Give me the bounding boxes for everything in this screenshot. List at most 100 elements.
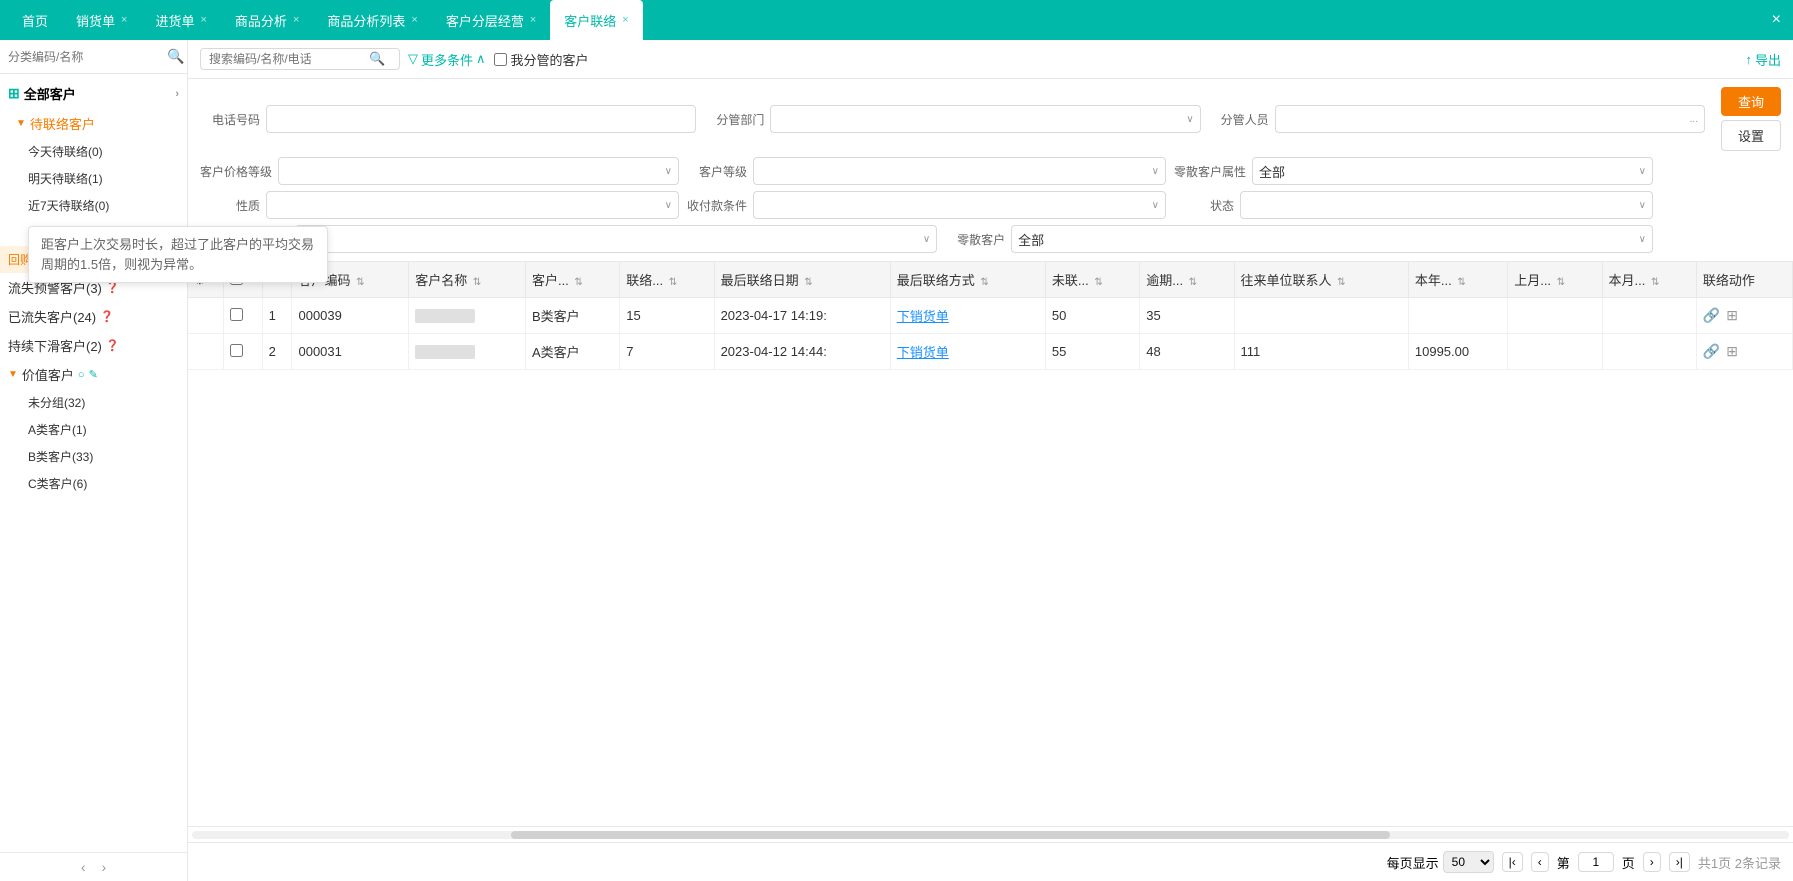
th-contact-count[interactable]: 联络... ⇅ xyxy=(620,262,714,298)
next-page-button[interactable]: › xyxy=(1643,852,1661,872)
scroll-thumb[interactable] xyxy=(511,831,1389,839)
row-checkbox-1[interactable] xyxy=(230,308,243,321)
sidebar-item-class-b[interactable]: B类客户(33) xyxy=(0,443,187,470)
action-buttons: 查询 设置 xyxy=(1721,87,1781,151)
sort-icon11: ⇅ xyxy=(1557,277,1565,288)
nav-sales[interactable]: 销货单 × xyxy=(62,0,141,40)
gender-select[interactable]: ∨ xyxy=(266,191,679,219)
page-input[interactable] xyxy=(1578,852,1614,872)
sidebar-group-value-label: 价值客户 xyxy=(22,365,74,384)
td-this-month-1 xyxy=(1602,298,1696,334)
sidebar-item-7days-pending[interactable]: 近7天待联络(0) xyxy=(0,192,187,219)
sidebar-item-lost[interactable]: 已流失客户(24) ❓ xyxy=(0,302,187,331)
person-label: 分管人员 xyxy=(1209,111,1269,128)
close-icon[interactable]: × xyxy=(121,14,127,26)
prev-page-button[interactable]: ‹ xyxy=(1531,852,1549,872)
chevron-down-icon4: ∨ xyxy=(1639,166,1646,177)
close-icon[interactable]: × xyxy=(293,14,299,26)
scroll-track[interactable] xyxy=(192,831,1789,839)
th-last-contact-method[interactable]: 最后联络方式 ⇅ xyxy=(890,262,1045,298)
th-last-contact-date[interactable]: 最后联络日期 ⇅ xyxy=(714,262,890,298)
query-button[interactable]: 查询 xyxy=(1721,87,1781,116)
close-icon[interactable]: × xyxy=(200,14,206,26)
filter-row-1: 电话号码 分管部门 ∨ 分管人员 ... xyxy=(200,87,1781,151)
pricelevel-select[interactable]: ∨ xyxy=(278,157,679,185)
td-last-contact-date-1: 2023-04-17 14:19: xyxy=(714,298,890,334)
link-icon-1[interactable]: 🔗 xyxy=(1703,307,1720,324)
td-this-month-2 xyxy=(1602,334,1696,370)
th-this-year[interactable]: 本年... ⇅ xyxy=(1408,262,1507,298)
search-input[interactable] xyxy=(209,52,369,66)
grid-icon-2[interactable]: ⊞ xyxy=(1726,343,1738,360)
sidebar-item-class-c[interactable]: C类客户(6) xyxy=(0,470,187,497)
first-page-button[interactable]: |‹ xyxy=(1502,852,1523,872)
sidebar-search-icon[interactable]: 🔍 xyxy=(167,48,184,65)
close-icon[interactable]: × xyxy=(622,14,628,26)
th-last-month[interactable]: 上月... ⇅ xyxy=(1508,262,1602,298)
status-label: 状态 xyxy=(1174,197,1234,214)
sidebar-item-class-a[interactable]: A类客户(1) xyxy=(0,416,187,443)
grid-icon-1[interactable]: ⊞ xyxy=(1726,307,1738,324)
horizontal-scrollbar[interactable] xyxy=(188,826,1793,842)
nav-customer-contact[interactable]: 客户联络 × xyxy=(550,0,642,40)
sidebar-all-customers[interactable]: ⊞ 全部客户 › xyxy=(0,78,187,109)
th-unread[interactable]: 未联... ⇅ xyxy=(1045,262,1139,298)
nav-customer-tier[interactable]: 客户分层经营 × xyxy=(432,0,550,40)
last-page-button[interactable]: ›| xyxy=(1669,852,1690,872)
nav-product-analysis[interactable]: 商品分析 × xyxy=(221,0,313,40)
per-page-select[interactable]: 50 100 xyxy=(1443,851,1494,873)
filter-search-icon[interactable]: 🔍 xyxy=(369,51,385,67)
dept-select[interactable]: ∨ xyxy=(770,105,1200,133)
payment-select[interactable]: ∨ xyxy=(753,191,1166,219)
link-icon-2[interactable]: 🔗 xyxy=(1703,343,1720,360)
th-unit-contact[interactable]: 往来单位联系人 ⇅ xyxy=(1234,262,1408,298)
th-cust-name[interactable]: 客户名称 ⇅ xyxy=(409,262,526,298)
sidebar-item-today-pending[interactable]: 今天待联络(0) xyxy=(0,138,187,165)
close-all-button[interactable]: × xyxy=(1772,11,1781,29)
status-select[interactable]: ∨ xyxy=(1240,191,1653,219)
sidebar-group-value[interactable]: ▼ 价值客户 ○ ✎ xyxy=(0,360,187,389)
nav-product-analysis-list-label: 商品分析列表 xyxy=(327,11,405,30)
retailattr-select[interactable]: 全部 ∨ xyxy=(1252,157,1653,185)
export-button[interactable]: ↑ 导出 xyxy=(1745,50,1781,69)
nav-home[interactable]: 首页 xyxy=(8,0,62,40)
sidebar-group-pending[interactable]: ▼ 待联络客户 xyxy=(0,109,187,138)
td-unit-contact-2: 111 xyxy=(1234,334,1408,370)
td-overdue-2: 48 xyxy=(1140,334,1234,370)
th-cust-level[interactable]: 客户... ⇅ xyxy=(525,262,619,298)
th-overdue[interactable]: 逾期... ⇅ xyxy=(1140,262,1234,298)
filter-cell-person: 分管人员 ... xyxy=(1209,105,1705,133)
td-last-contact-method-2[interactable]: 下销货单 xyxy=(890,334,1045,370)
nav-purchase[interactable]: 进货单 × xyxy=(141,0,220,40)
next-page-icon[interactable]: › xyxy=(98,857,111,877)
nav-product-analysis-list[interactable]: 商品分析列表 × xyxy=(313,0,431,40)
filter-bar: 🔍 ▽ 更多条件 ∧ 我分管的客户 ↑ 导出 xyxy=(188,40,1793,79)
td-checkbox-1[interactable] xyxy=(224,298,262,334)
gender-label: 性质 xyxy=(200,197,260,214)
custtype-select[interactable]: ∨ xyxy=(295,225,937,253)
th-this-month[interactable]: 本月... ⇅ xyxy=(1602,262,1696,298)
retailcust-select[interactable]: 全部 ∨ xyxy=(1011,225,1653,253)
person-select[interactable]: ... xyxy=(1275,105,1705,133)
td-last-contact-method-1[interactable]: 下销货单 xyxy=(890,298,1045,334)
settings-button[interactable]: 设置 xyxy=(1721,120,1781,151)
close-icon[interactable]: × xyxy=(411,14,417,26)
row-checkbox-2[interactable] xyxy=(230,344,243,357)
chevron-right-icon: › xyxy=(175,88,179,100)
sidebar-item-declining[interactable]: 持续下滑客户(2) ❓ xyxy=(0,331,187,360)
prev-page-icon[interactable]: ‹ xyxy=(77,857,90,877)
td-unit-contact-1 xyxy=(1234,298,1408,334)
phone-input[interactable] xyxy=(266,105,696,133)
sidebar-search-input[interactable] xyxy=(8,50,163,64)
edit-icon[interactable]: ✎ xyxy=(89,368,98,381)
td-checkbox-2[interactable] xyxy=(224,334,262,370)
close-icon[interactable]: × xyxy=(530,14,536,26)
custlevel-label: 客户等级 xyxy=(687,163,747,180)
custlevel-select[interactable]: ∨ xyxy=(753,157,1166,185)
more-conditions-button[interactable]: ▽ 更多条件 ∧ xyxy=(408,50,486,69)
sidebar-item-ungrouped[interactable]: 未分组(32) xyxy=(0,389,187,416)
table-row: 2 000031 A类客户 7 2023-04-12 14:44: 下销货单 5… xyxy=(188,334,1793,370)
td-overdue-1: 35 xyxy=(1140,298,1234,334)
sidebar-item-tomorrow-pending[interactable]: 明天待联络(1) xyxy=(0,165,187,192)
my-customers-checkbox[interactable] xyxy=(494,53,507,66)
